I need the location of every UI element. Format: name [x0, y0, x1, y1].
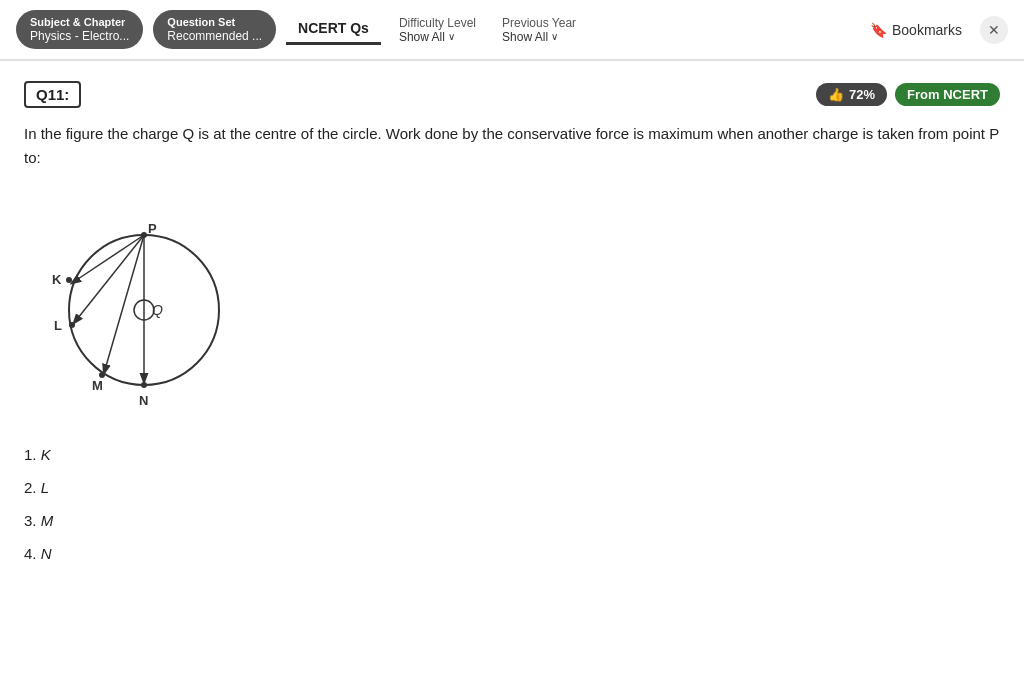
option-2-letter: L [41, 479, 49, 496]
previous-year-chevron-icon: ∨ [551, 31, 558, 42]
option-1[interactable]: 1. K [24, 438, 1000, 471]
ncert-badge: From NCERT [895, 83, 1000, 106]
option-4[interactable]: 4. N [24, 537, 1000, 570]
question-header: Q11: 👍 72% From NCERT [24, 81, 1000, 108]
subject-chapter-value: Physics - Electro... [30, 29, 129, 43]
svg-text:N: N [139, 393, 148, 408]
difficulty-chevron-icon: ∨ [448, 31, 455, 42]
thumbs-percent: 72% [849, 87, 875, 102]
question-text: In the figure the charge Q is at the cen… [24, 122, 1000, 170]
difficulty-filter[interactable]: Difficulty Level Show All ∨ [391, 12, 484, 48]
previous-year-value: Show All ∨ [502, 30, 558, 44]
thumbs-badge: 👍 72% [816, 83, 887, 106]
option-4-letter: N [41, 545, 52, 562]
circle-diagram: Q P K L M N [34, 190, 254, 410]
bookmarks-button[interactable]: 🔖 Bookmarks [862, 16, 970, 44]
question-set-filter[interactable]: Question Set Recommended ... [153, 10, 276, 49]
bookmark-icon: 🔖 [870, 22, 887, 38]
subject-chapter-label: Subject & Chapter [30, 16, 125, 28]
svg-point-5 [66, 277, 72, 283]
svg-point-11 [141, 382, 147, 388]
svg-text:M: M [92, 378, 103, 393]
top-bar: Subject & Chapter Physics - Electro... Q… [0, 0, 1024, 61]
option-1-letter: K [41, 446, 51, 463]
svg-line-13 [72, 235, 144, 283]
option-2-num: 2. [24, 479, 41, 496]
svg-text:Q: Q [152, 302, 163, 318]
bookmarks-label: Bookmarks [892, 22, 962, 38]
close-button[interactable]: ✕ [980, 16, 1008, 44]
svg-text:L: L [54, 318, 62, 333]
difficulty-label: Difficulty Level [399, 16, 476, 30]
svg-text:K: K [52, 272, 62, 287]
svg-text:P: P [148, 221, 157, 236]
option-3-letter: M [41, 512, 54, 529]
main-content: Q11: 👍 72% From NCERT In the figure the … [0, 61, 1024, 590]
subject-chapter-filter[interactable]: Subject & Chapter Physics - Electro... [16, 10, 143, 49]
previous-year-filter[interactable]: Previous Year Show All ∨ [494, 12, 584, 48]
option-3-num: 3. [24, 512, 41, 529]
previous-year-label: Previous Year [502, 16, 576, 30]
question-set-value: Recommended ... [167, 29, 262, 43]
svg-line-15 [104, 235, 144, 373]
thumbs-up-icon: 👍 [828, 87, 844, 102]
options-list: 1. K 2. L 3. M 4. N [24, 438, 1000, 570]
option-3[interactable]: 3. M [24, 504, 1000, 537]
option-2[interactable]: 2. L [24, 471, 1000, 504]
difficulty-value: Show All ∨ [399, 30, 455, 44]
option-1-num: 1. [24, 446, 41, 463]
close-icon: ✕ [988, 22, 1000, 38]
diagram-container: Q P K L M N [34, 190, 1000, 414]
question-meta: 👍 72% From NCERT [816, 83, 1000, 106]
question-number: Q11: [24, 81, 81, 108]
question-set-label: Question Set [167, 16, 235, 28]
ncert-filter-button[interactable]: NCERT Qs [286, 14, 381, 45]
option-4-num: 4. [24, 545, 41, 562]
